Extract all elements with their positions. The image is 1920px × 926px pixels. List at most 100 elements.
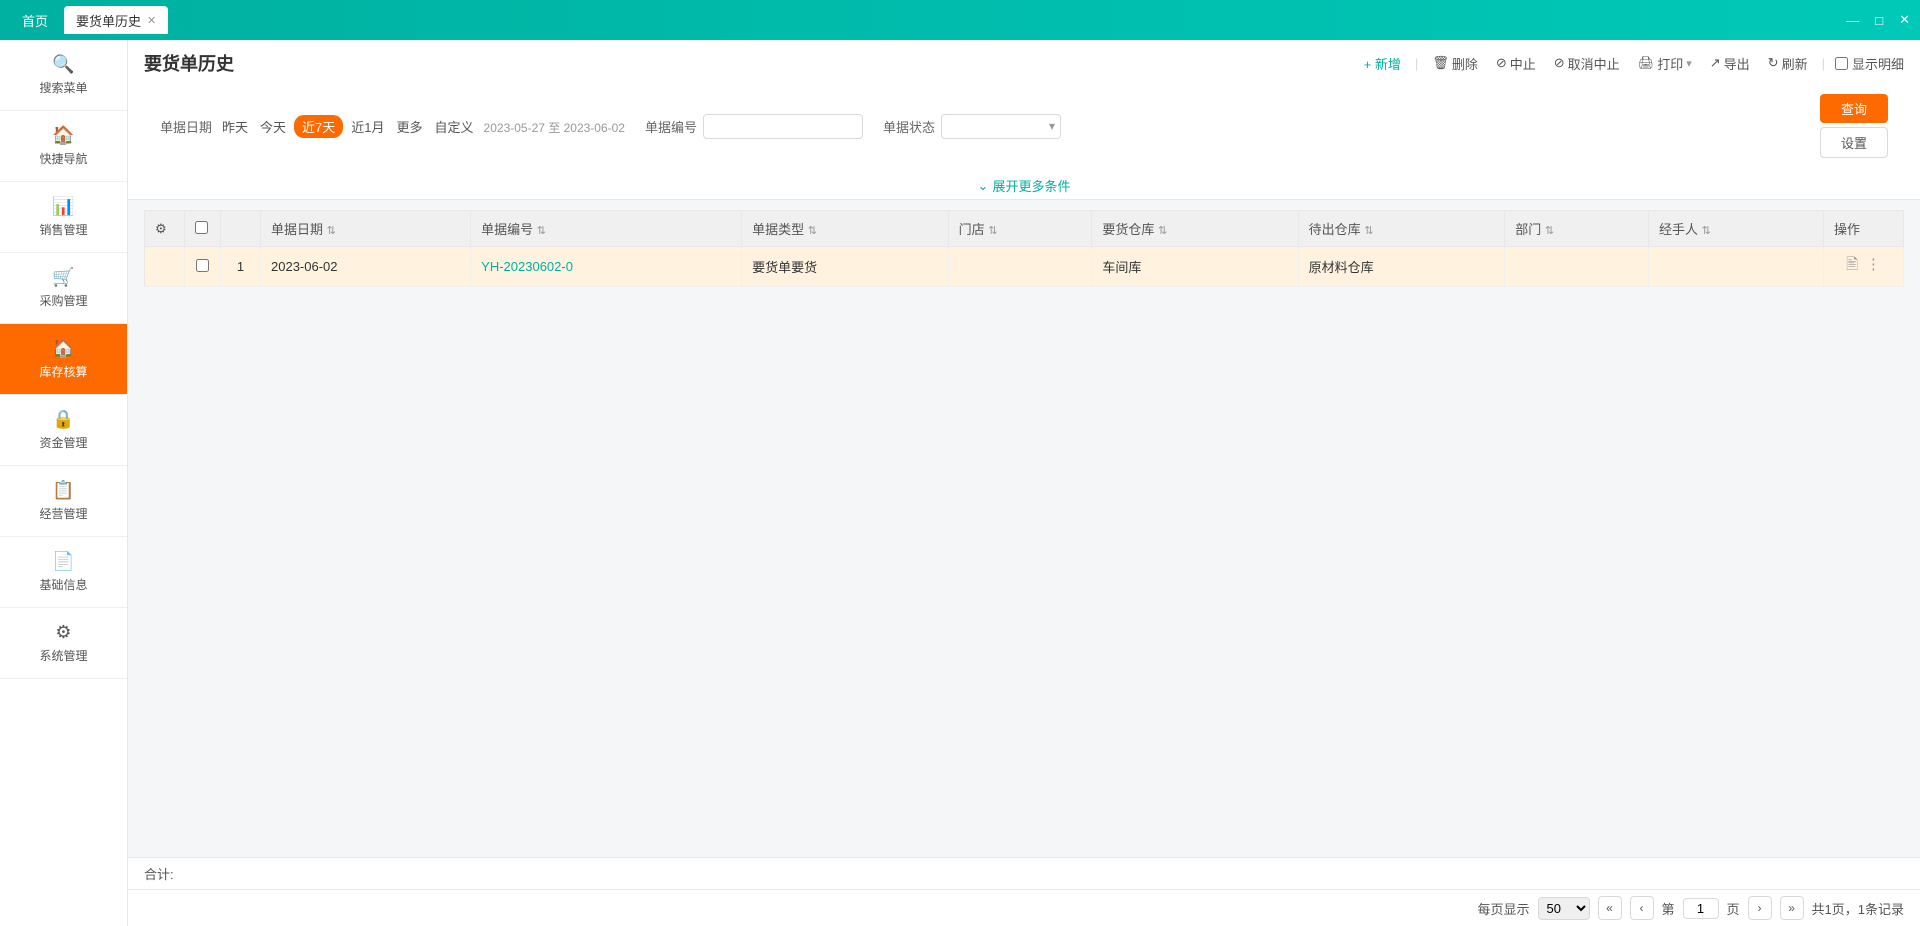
col-store-label: 门店 xyxy=(959,222,985,237)
doc-status-select-wrap xyxy=(941,114,1061,139)
shortcut-7days[interactable]: 近7天 xyxy=(294,115,343,138)
row-checkbox[interactable] xyxy=(196,259,209,272)
sidebar-item-sales-mgmt[interactable]: 📊 销售管理 xyxy=(0,182,127,253)
sidebar-item-quick-nav-label: 快捷导航 xyxy=(39,150,87,167)
sidebar-item-quick-nav[interactable]: 🏠 快捷导航 xyxy=(0,111,127,182)
sidebar-item-search-menu[interactable]: 🔍 搜索菜单 xyxy=(0,40,127,111)
stop-icon: ⊘ xyxy=(1496,55,1507,71)
expand-more-btn[interactable]: ⌄ 展开更多条件 xyxy=(978,172,1071,199)
settings-button[interactable]: 设置 xyxy=(1820,127,1888,158)
expand-more-label: 展开更多条件 xyxy=(992,176,1070,195)
row-ops: 🖹 ⋮ xyxy=(1824,247,1904,287)
col-doc-no[interactable]: 单据编号 ⇅ xyxy=(471,211,742,247)
doc-no-link[interactable]: YH-20230602-0 xyxy=(481,259,573,274)
col-req-warehouse[interactable]: 要货仓库 ⇅ xyxy=(1092,211,1298,247)
tab-home[interactable]: 首页 xyxy=(10,6,60,34)
tab-purchase-history[interactable]: 要货单历史 ✕ xyxy=(64,6,168,34)
summary-label: 合计: xyxy=(144,867,174,882)
col-handler-label: 经手人 xyxy=(1659,222,1698,237)
fund-mgmt-icon: 🔒 xyxy=(52,409,74,430)
col-settings[interactable]: ⚙ xyxy=(145,211,185,247)
prev-page-button[interactable]: ‹ xyxy=(1630,896,1654,920)
close-window-icon[interactable]: ✕ xyxy=(1899,12,1910,28)
table-row: 1 2023-06-02 YH-20230602-0 要货单要货 车间库 原材料… xyxy=(145,247,1904,287)
shortcut-today[interactable]: 今天 xyxy=(256,115,290,138)
maximize-icon[interactable]: □ xyxy=(1875,13,1883,28)
col-doc-date[interactable]: 单据日期 ⇅ xyxy=(261,211,471,247)
minimize-icon[interactable]: — xyxy=(1846,13,1859,28)
doc-status-select[interactable] xyxy=(941,114,1061,139)
doc-no-input[interactable] xyxy=(703,114,863,139)
shortcut-custom[interactable]: 自定义 xyxy=(431,115,478,138)
pagination-bar: 每页显示 10 20 50 100 « ‹ 第 页 › » 共1页，1条记录 xyxy=(128,889,1920,926)
sort-doc-type-icon[interactable]: ⇅ xyxy=(808,225,817,237)
sidebar-item-purchase-mgmt[interactable]: 🛒 采购管理 xyxy=(0,253,127,324)
col-dept-label: 部门 xyxy=(1515,222,1541,237)
show-detail-checkbox[interactable] xyxy=(1835,57,1848,70)
filter-bar: 单据日期 昨天 今天 近7天 近1月 更多 自定义 2023-05-27 至 2… xyxy=(144,84,1904,168)
cancel-stop-button[interactable]: ⊘ 取消中止 xyxy=(1550,52,1624,75)
col-doc-type[interactable]: 单据类型 ⇅ xyxy=(742,211,949,247)
sort-req-warehouse-icon[interactable]: ⇅ xyxy=(1158,225,1167,237)
col-pending-warehouse[interactable]: 待出仓库 ⇅ xyxy=(1298,211,1505,247)
col-dept[interactable]: 部门 ⇅ xyxy=(1505,211,1649,247)
row-edit-icon[interactable]: 🖹 xyxy=(1844,256,1860,273)
sidebar-item-fund-mgmt[interactable]: 🔒 资金管理 xyxy=(0,395,127,466)
row-doc-type: 要货单要货 xyxy=(742,247,949,287)
first-page-button[interactable]: « xyxy=(1598,896,1622,920)
sidebar-item-sys-mgmt-label: 系统管理 xyxy=(39,647,87,664)
shortcut-1month[interactable]: 近1月 xyxy=(347,115,388,138)
col-store[interactable]: 门店 ⇅ xyxy=(948,211,1092,247)
doc-date-label: 单据日期 xyxy=(160,117,212,136)
total-info: 共1页，1条记录 xyxy=(1812,899,1904,918)
sidebar-item-sales-mgmt-label: 销售管理 xyxy=(39,221,87,238)
page-input[interactable] xyxy=(1683,898,1719,919)
delete-button[interactable]: 🗑 删除 xyxy=(1428,52,1482,75)
row-dept xyxy=(1505,247,1649,287)
new-button[interactable]: + 新增 xyxy=(1360,52,1405,75)
sort-doc-no-icon[interactable]: ⇅ xyxy=(537,225,546,237)
basic-info-icon: 📄 xyxy=(52,551,74,572)
sort-pending-warehouse-icon[interactable]: ⇅ xyxy=(1364,225,1373,237)
sort-doc-date-icon[interactable]: ⇅ xyxy=(327,225,336,237)
summary-bar: 合计: xyxy=(128,857,1920,889)
print-dropdown-icon[interactable]: ▾ xyxy=(1686,57,1692,70)
show-detail-label: 显示明细 xyxy=(1852,54,1904,73)
page-header: 要货单历史 + 新增 | 🗑 删除 ⊘ 中止 ⊘ 取消中止 xyxy=(128,40,1920,200)
page-size-select[interactable]: 10 20 50 100 xyxy=(1538,897,1590,920)
row-more-icon[interactable]: ⋮ xyxy=(1864,256,1883,273)
shortcut-yesterday[interactable]: 昨天 xyxy=(218,115,252,138)
next-page-button[interactable]: › xyxy=(1748,896,1772,920)
doc-status-label: 单据状态 xyxy=(883,117,935,136)
sort-dept-icon[interactable]: ⇅ xyxy=(1545,225,1554,237)
show-detail-checkbox-wrap[interactable]: 显示明细 xyxy=(1835,54,1904,73)
row-store xyxy=(948,247,1092,287)
row-doc-no: YH-20230602-0 xyxy=(471,247,742,287)
refresh-icon: ↻ xyxy=(1768,55,1779,71)
sort-handler-icon[interactable]: ⇅ xyxy=(1702,225,1711,237)
sidebar-item-basic-info[interactable]: 📄 基础信息 xyxy=(0,537,127,608)
query-button[interactable]: 查询 xyxy=(1820,94,1888,123)
sidebar-item-purchase-mgmt-label: 采购管理 xyxy=(39,292,87,309)
refresh-button[interactable]: ↻ 刷新 xyxy=(1764,52,1812,75)
page-label-pre: 第 xyxy=(1662,899,1675,918)
stop-button[interactable]: ⊘ 中止 xyxy=(1492,52,1540,75)
tab-close-icon[interactable]: ✕ xyxy=(147,14,156,27)
shortcut-more[interactable]: 更多 xyxy=(393,115,427,138)
col-handler[interactable]: 经手人 ⇅ xyxy=(1648,211,1823,247)
sidebar-item-sys-mgmt[interactable]: ⚙ 系统管理 xyxy=(0,608,127,679)
sidebar-item-ops-mgmt[interactable]: 📋 经营管理 xyxy=(0,466,127,537)
inventory-icon: 🏠 xyxy=(52,338,74,359)
sidebar-item-inventory[interactable]: 🏠 库存核算 xyxy=(0,324,127,395)
print-button[interactable]: 🖨 打印 ▾ xyxy=(1634,52,1696,75)
tab-purchase-history-label: 要货单历史 xyxy=(76,11,141,30)
sales-mgmt-icon: 📊 xyxy=(52,196,74,217)
export-button[interactable]: ↗ 导出 xyxy=(1706,52,1754,75)
top-bar: 首页 要货单历史 ✕ — □ ✕ xyxy=(0,0,1920,40)
sidebar-item-fund-mgmt-label: 资金管理 xyxy=(39,434,87,451)
row-checkbox-cell xyxy=(185,247,221,287)
select-all-checkbox[interactable] xyxy=(195,221,208,234)
last-page-button[interactable]: » xyxy=(1780,896,1804,920)
sys-mgmt-icon: ⚙ xyxy=(55,622,71,643)
sort-store-icon[interactable]: ⇅ xyxy=(988,225,997,237)
